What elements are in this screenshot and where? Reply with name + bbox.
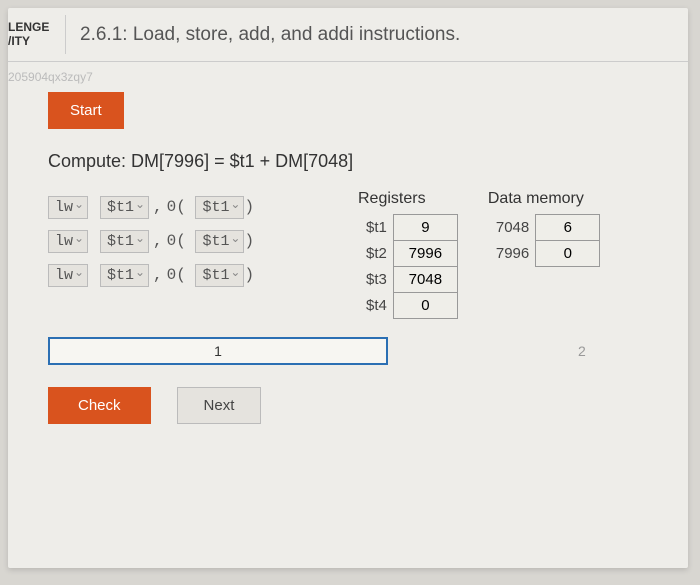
memory-title: Data memory <box>488 190 600 208</box>
code-column: lw $t1 , 0 ( $t1 ) lw $t1 , 0 ( $t1 ) lw <box>48 190 328 319</box>
mem-val: 6 <box>536 215 600 241</box>
reg-name: $t2 <box>358 241 393 267</box>
paren-open: ( <box>176 266 195 284</box>
offset: 0 <box>167 232 177 250</box>
table-row: $t27996 <box>358 241 457 267</box>
offset: 0 <box>167 266 177 284</box>
start-button[interactable]: Start <box>48 92 124 129</box>
rd-select[interactable]: $t1 <box>100 196 149 219</box>
reg-name: $t3 <box>358 267 393 293</box>
table-row: $t37048 <box>358 267 457 293</box>
mem-addr: 7048 <box>488 215 536 241</box>
badge-line2: /ITY <box>8 34 30 48</box>
rd-select[interactable]: $t1 <box>100 264 149 287</box>
base-select[interactable]: $t1 <box>195 196 244 219</box>
rd-select[interactable]: $t1 <box>100 230 149 253</box>
comma: , <box>149 198 167 216</box>
reg-val: 9 <box>393 215 457 241</box>
table-row: $t19 <box>358 215 457 241</box>
memory-table: Data memory 70486 79960 <box>488 190 600 319</box>
progress-row: 1 2 <box>48 337 688 365</box>
base-select[interactable]: $t1 <box>195 264 244 287</box>
compute-prompt: Compute: DM[7996] = $t1 + DM[7048] <box>48 151 688 172</box>
check-button[interactable]: Check <box>48 387 151 424</box>
code-row: lw $t1 , 0 ( $t1 ) <box>48 190 328 224</box>
table-row: 79960 <box>488 241 600 267</box>
paren-open: ( <box>176 232 195 250</box>
registers-title: Registers <box>358 190 458 208</box>
page-title: 2.6.1: Load, store, add, and addi instru… <box>66 24 460 46</box>
activity-badge: LENGE /ITY <box>8 15 66 53</box>
op-select[interactable]: lw <box>48 196 88 219</box>
reg-val: 7048 <box>393 267 457 293</box>
registers-table: Registers $t19 $t27996 $t37048 $t40 <box>358 190 458 319</box>
reg-val: 0 <box>393 293 457 319</box>
op-select[interactable]: lw <box>48 264 88 287</box>
progress-step-next: 2 <box>578 343 586 359</box>
header: LENGE /ITY 2.6.1: Load, store, add, and … <box>8 8 688 62</box>
watermark: 205904qx3zqy7 <box>8 62 688 86</box>
comma: , <box>149 266 167 284</box>
base-select[interactable]: $t1 <box>195 230 244 253</box>
mem-val: 0 <box>536 241 600 267</box>
reg-name: $t4 <box>358 293 393 319</box>
paren-close: ) <box>244 266 254 284</box>
code-row: lw $t1 , 0 ( $t1 ) <box>48 224 328 258</box>
comma: , <box>149 232 167 250</box>
op-select[interactable]: lw <box>48 230 88 253</box>
next-button[interactable]: Next <box>177 387 262 424</box>
reg-name: $t1 <box>358 215 393 241</box>
paren-close: ) <box>244 232 254 250</box>
offset: 0 <box>167 198 177 216</box>
table-row: 70486 <box>488 215 600 241</box>
progress-step-current[interactable]: 1 <box>48 337 388 365</box>
mem-addr: 7996 <box>488 241 536 267</box>
reg-val: 7996 <box>393 241 457 267</box>
paren-close: ) <box>244 198 254 216</box>
badge-line1: LENGE <box>8 20 49 34</box>
table-row: $t40 <box>358 293 457 319</box>
paren-open: ( <box>176 198 195 216</box>
code-row: lw $t1 , 0 ( $t1 ) <box>48 258 328 292</box>
